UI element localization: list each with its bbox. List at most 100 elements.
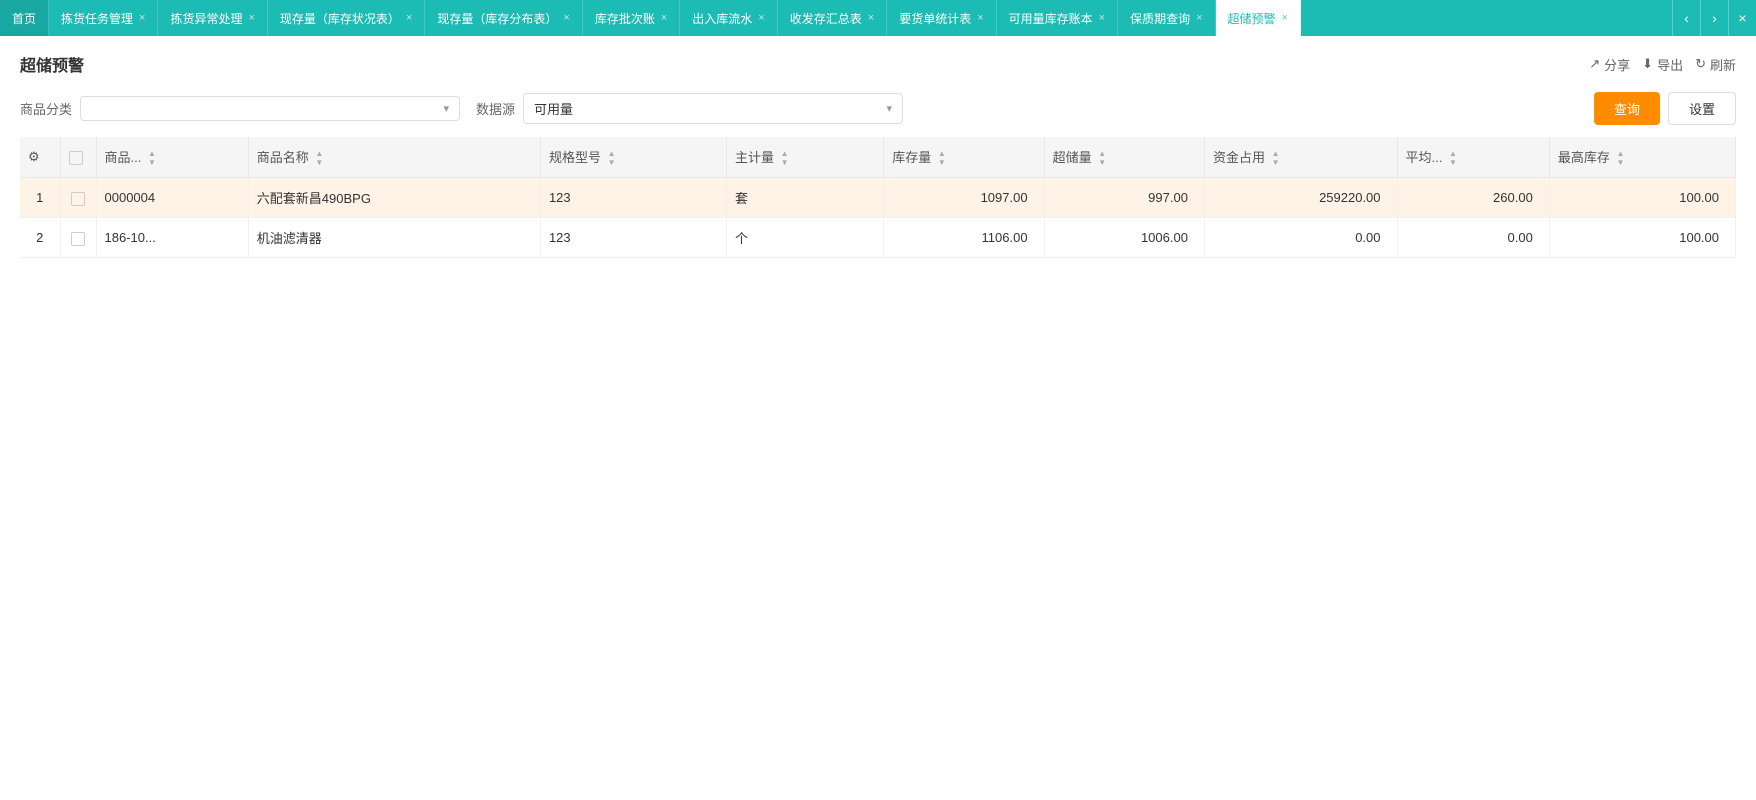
goods-code-cell: 0000004: [96, 178, 248, 218]
datasource-select[interactable]: 可用量 ▾: [523, 93, 903, 124]
chevron-down-icon: ▾: [887, 102, 893, 115]
export-button[interactable]: ⬇ 导出: [1642, 55, 1683, 74]
sort-icon: ▲▼: [315, 150, 323, 168]
col-overstock-header[interactable]: 超储量 ▲▼: [1044, 137, 1204, 178]
nav-close-button[interactable]: ×: [1728, 0, 1756, 36]
max-stock-cell: 100.00: [1549, 178, 1735, 218]
close-icon[interactable]: ×: [758, 12, 764, 24]
col-stock-header[interactable]: 库存量 ▲▼: [884, 137, 1044, 178]
nav-item-flow[interactable]: 出入库流水 ×: [680, 0, 777, 36]
close-icon[interactable]: ×: [406, 12, 412, 24]
unit-cell: 套: [727, 178, 884, 218]
close-icon[interactable]: ×: [868, 12, 874, 24]
col-gear-header: ⚙: [20, 137, 60, 178]
refresh-icon: ↻: [1695, 56, 1706, 72]
sort-icon: ▲▼: [148, 150, 156, 168]
nav-item-exception[interactable]: 拣货异常处理 ×: [158, 0, 267, 36]
category-filter: 商品分类 ▾: [20, 96, 460, 121]
select-all-checkbox[interactable]: [69, 151, 83, 165]
query-button[interactable]: 查询: [1594, 92, 1660, 125]
page-title: 超储预警: [20, 52, 84, 76]
close-icon[interactable]: ×: [1196, 12, 1202, 24]
close-icon[interactable]: ×: [563, 12, 569, 24]
row-checkbox[interactable]: [71, 232, 85, 246]
close-icon[interactable]: ×: [661, 12, 667, 24]
nav-item-expiry[interactable]: 保质期查询 ×: [1118, 0, 1215, 36]
avg-cell: 0.00: [1397, 218, 1549, 258]
filter-actions: 查询 设置: [1594, 92, 1736, 125]
row-index: 1: [20, 178, 60, 218]
overstock-cell: 1006.00: [1044, 218, 1204, 258]
page-header: 超储预警 ↗ 分享 ⬇ 导出 ↻ 刷新: [20, 52, 1736, 76]
table-row: 2 186-10... 机油滤清器 123 个 1106.00 1006.00 …: [20, 218, 1736, 258]
close-icon[interactable]: ×: [139, 12, 145, 24]
sort-icon: ▲▼: [938, 150, 946, 168]
col-unit-header[interactable]: 主计量 ▲▼: [727, 137, 884, 178]
row-checkbox[interactable]: [71, 192, 85, 206]
stock-cell: 1106.00: [884, 218, 1044, 258]
close-icon[interactable]: ×: [248, 12, 254, 24]
data-table: ⚙ 商品... ▲▼ 商品名称 ▲▼ 规格型号 ▲▼ 主计: [20, 137, 1736, 258]
spec-cell: 123: [540, 218, 726, 258]
spec-cell: 123: [540, 178, 726, 218]
nav-arrows: ‹ › ×: [1672, 0, 1756, 36]
col-max-stock-header[interactable]: 最高库存 ▲▼: [1549, 137, 1735, 178]
col-spec-header[interactable]: 规格型号 ▲▼: [540, 137, 726, 178]
nav-next-button[interactable]: ›: [1700, 0, 1728, 36]
sort-icon: ▲▼: [1449, 150, 1457, 168]
goods-code-cell: 186-10...: [96, 218, 248, 258]
overstock-cell: 997.00: [1044, 178, 1204, 218]
filter-bar: 商品分类 ▾ 数据源 可用量 ▾ 查询 设置: [20, 92, 1736, 125]
capital-cell: 0.00: [1204, 218, 1397, 258]
col-goods-code-header[interactable]: 商品... ▲▼: [96, 137, 248, 178]
sort-icon: ▲▼: [608, 150, 616, 168]
category-label: 商品分类: [20, 99, 72, 118]
page-content: 超储预警 ↗ 分享 ⬇ 导出 ↻ 刷新 商品分类 ▾ 数据源: [0, 36, 1756, 274]
sort-icon: ▲▼: [1616, 150, 1624, 168]
nav-item-overstock[interactable]: 超储预警 ×: [1216, 0, 1301, 36]
table-header-row: ⚙ 商品... ▲▼ 商品名称 ▲▼ 规格型号 ▲▼ 主计: [20, 137, 1736, 178]
close-icon[interactable]: ×: [977, 12, 983, 24]
nav-item-stock-dist[interactable]: 现存量（库存分布表） ×: [425, 0, 582, 36]
datasource-value: 可用量: [534, 99, 573, 118]
category-select[interactable]: ▾: [80, 96, 460, 121]
col-check-header: [60, 137, 96, 178]
nav-item-batch[interactable]: 库存批次账 ×: [583, 0, 680, 36]
sort-icon: ▲▼: [781, 150, 789, 168]
share-icon: ↗: [1589, 56, 1600, 72]
table-row: 1 0000004 六配套新昌490BPG 123 套 1097.00 997.…: [20, 178, 1736, 218]
nav-item-summary[interactable]: 收发存汇总表 ×: [778, 0, 887, 36]
gear-icon[interactable]: ⚙: [28, 149, 40, 164]
settings-button[interactable]: 设置: [1668, 92, 1736, 125]
nav-prev-button[interactable]: ‹: [1672, 0, 1700, 36]
goods-name-cell: 六配套新昌490BPG: [248, 178, 540, 218]
datasource-filter: 数据源 可用量 ▾: [476, 93, 903, 124]
close-icon[interactable]: ×: [1099, 12, 1105, 24]
datasource-label: 数据源: [476, 99, 515, 118]
col-goods-name-header[interactable]: 商品名称 ▲▼: [248, 137, 540, 178]
col-avg-header[interactable]: 平均... ▲▼: [1397, 137, 1549, 178]
row-checkbox-cell: [60, 178, 96, 218]
share-button[interactable]: ↗ 分享: [1589, 55, 1630, 74]
close-icon[interactable]: ×: [1282, 12, 1288, 24]
avg-cell: 260.00: [1397, 178, 1549, 218]
capital-cell: 259220.00: [1204, 178, 1397, 218]
sort-icon: ▲▼: [1272, 150, 1280, 168]
row-index: 2: [20, 218, 60, 258]
export-icon: ⬇: [1642, 56, 1653, 72]
chevron-down-icon: ▾: [443, 102, 449, 115]
col-capital-header[interactable]: 资金占用 ▲▼: [1204, 137, 1397, 178]
row-checkbox-cell: [60, 218, 96, 258]
max-stock-cell: 100.00: [1549, 218, 1735, 258]
stock-cell: 1097.00: [884, 178, 1044, 218]
sort-icon: ▲▼: [1098, 150, 1106, 168]
refresh-button[interactable]: ↻ 刷新: [1695, 55, 1736, 74]
nav-item-available[interactable]: 可用量库存账本 ×: [997, 0, 1118, 36]
unit-cell: 个: [727, 218, 884, 258]
nav-item-home[interactable]: 首页: [0, 0, 49, 36]
nav-item-task[interactable]: 拣货任务管理 ×: [49, 0, 158, 36]
nav-item-stock-status[interactable]: 现存量（库存状况表） ×: [268, 0, 425, 36]
nav-item-order-stat[interactable]: 要货单统计表 ×: [887, 0, 996, 36]
goods-name-cell: 机油滤清器: [248, 218, 540, 258]
top-nav: 首页 拣货任务管理 × 拣货异常处理 × 现存量（库存状况表） × 现存量（库存…: [0, 0, 1756, 36]
